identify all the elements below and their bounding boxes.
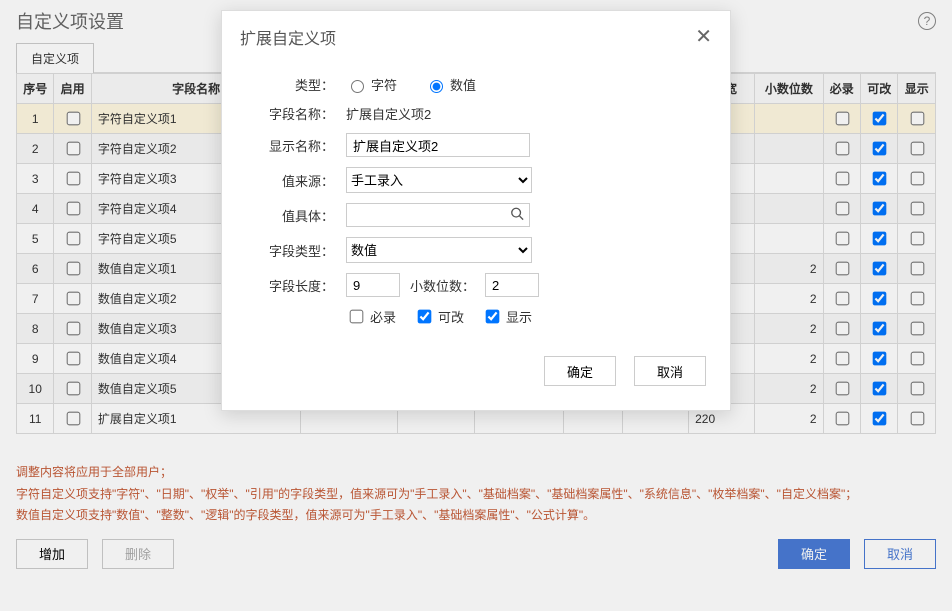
chk-show-input[interactable] — [486, 310, 500, 324]
chk-editable-label: 可改 — [438, 307, 464, 326]
lbl-value-source: 值来源： — [246, 171, 334, 190]
value-source-select[interactable]: 手工录入 — [346, 167, 532, 193]
radio-type-num[interactable]: 数值 — [425, 75, 476, 94]
decimals-input[interactable] — [485, 273, 539, 297]
modal-overlay: 扩展自定义项 ✕ 类型： 字符 数值 字段名称： — [0, 0, 952, 611]
modal-ok-button[interactable]: 确定 — [544, 356, 616, 386]
modal-title: 扩展自定义项 — [240, 25, 336, 49]
extend-custom-modal: 扩展自定义项 ✕ 类型： 字符 数值 字段名称： — [221, 10, 731, 411]
lbl-value-body: 值具体： — [246, 206, 334, 225]
lbl-decimals: 小数位数： — [410, 276, 475, 295]
value-body-input[interactable] — [346, 203, 530, 227]
radio-type-num-input[interactable] — [430, 80, 443, 93]
lbl-display-name: 显示名称： — [246, 136, 334, 155]
radio-type-char-label: 字符 — [371, 75, 397, 94]
lbl-field-len: 字段长度： — [246, 276, 334, 295]
radio-type-char-input[interactable] — [351, 80, 364, 93]
lbl-type: 类型： — [246, 75, 334, 94]
radio-type-num-label: 数值 — [450, 75, 476, 94]
chk-editable[interactable]: 可改 — [414, 307, 464, 326]
lbl-field-type: 字段类型： — [246, 241, 334, 260]
chk-show[interactable]: 显示 — [482, 307, 532, 326]
display-name-input[interactable] — [346, 133, 530, 157]
chk-required[interactable]: 必录 — [346, 307, 396, 326]
modal-cancel-button[interactable]: 取消 — [634, 356, 706, 386]
lbl-field-name: 字段名称： — [246, 104, 334, 123]
field-name-value: 扩展自定义项2 — [346, 104, 431, 123]
radio-type-char[interactable]: 字符 — [346, 75, 397, 94]
chk-editable-input[interactable] — [418, 310, 432, 324]
chk-show-label: 显示 — [506, 307, 532, 326]
chk-required-label: 必录 — [370, 307, 396, 326]
close-icon[interactable]: ✕ — [695, 27, 712, 47]
chk-required-input[interactable] — [350, 310, 364, 324]
field-len-input[interactable] — [346, 273, 400, 297]
field-type-select[interactable]: 数值 — [346, 237, 532, 263]
